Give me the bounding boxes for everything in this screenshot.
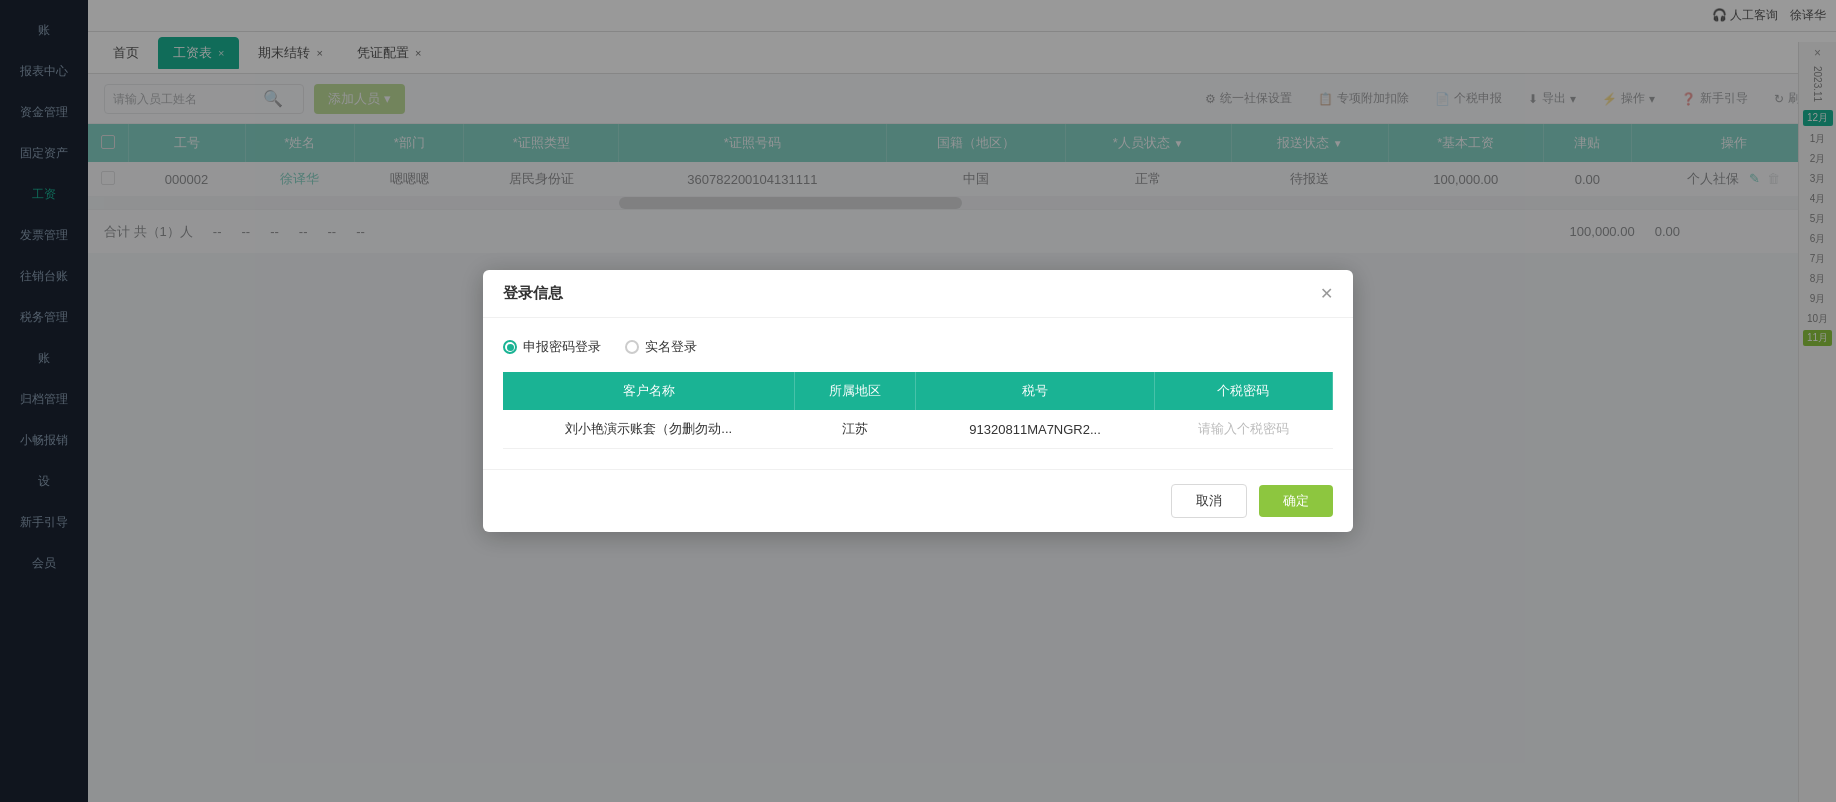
login-info-modal: 登录信息 ✕ 申报密码登录 实名登录 客户名称 所属地区 — [483, 270, 1353, 532]
modal-col-region: 所属地区 — [795, 372, 916, 410]
modal-col-tax-id: 税号 — [916, 372, 1155, 410]
modal-header: 登录信息 ✕ — [483, 270, 1353, 318]
modal-overlay: 登录信息 ✕ 申报密码登录 实名登录 客户名称 所属地区 — [0, 0, 1836, 802]
modal-region: 江苏 — [795, 410, 916, 449]
modal-col-client-name: 客户名称 — [503, 372, 795, 410]
modal-table-row: 刘小艳演示账套（勿删勿动... 江苏 91320811MA7NGR2... 请输… — [503, 410, 1333, 449]
modal-body: 申报密码登录 实名登录 客户名称 所属地区 税号 个税密码 — [483, 318, 1353, 469]
login-type-row: 申报密码登录 实名登录 — [503, 338, 1333, 356]
modal-footer: 取消 确定 — [483, 469, 1353, 532]
confirm-button[interactable]: 确定 — [1259, 485, 1333, 517]
modal-table: 客户名称 所属地区 税号 个税密码 刘小艳演示账套（勿删勿动... 江苏 913… — [503, 372, 1333, 449]
modal-close-button[interactable]: ✕ — [1320, 286, 1333, 302]
modal-col-tax-pwd: 个税密码 — [1154, 372, 1332, 410]
modal-client-name: 刘小艳演示账套（勿删勿动... — [503, 410, 795, 449]
radio-report-password[interactable]: 申报密码登录 — [503, 338, 601, 356]
modal-tax-id: 91320811MA7NGR2... — [916, 410, 1155, 449]
cancel-button[interactable]: 取消 — [1171, 484, 1247, 518]
radio-report-password-circle[interactable] — [503, 340, 517, 354]
radio-realname[interactable]: 实名登录 — [625, 338, 697, 356]
radio-realname-circle[interactable] — [625, 340, 639, 354]
modal-tax-pwd-input[interactable]: 请输入个税密码 — [1154, 410, 1332, 449]
modal-title: 登录信息 — [503, 284, 563, 303]
